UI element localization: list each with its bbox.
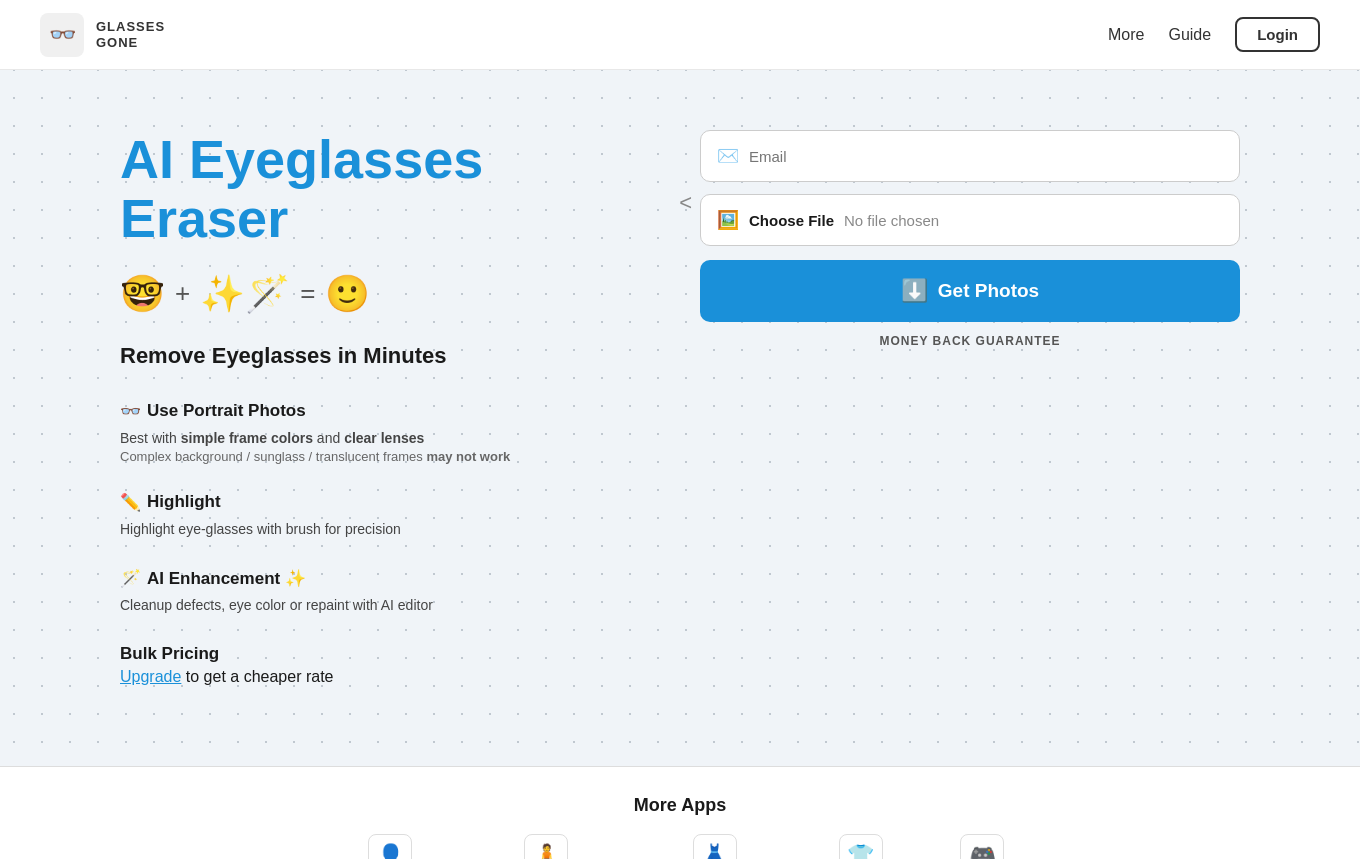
arrow-left-icon[interactable]: < xyxy=(679,190,692,216)
feature-ai-title: 🪄 AI Enhancement ✨ xyxy=(120,568,619,589)
app-item-0[interactable]: 👤Photo Bomb xyxy=(351,834,428,859)
form-panel: ✉️ 🖼️ Choose File No file chosen ⬇️ Get … xyxy=(700,130,1240,348)
emoji-row: 🤓 + ✨🪄 = 🙂 xyxy=(120,273,619,315)
emoji-happy: 🙂 xyxy=(325,273,370,315)
plus-symbol: + xyxy=(175,278,190,309)
bulk-pricing: Bulk Pricing Upgrade to get a cheaper ra… xyxy=(120,644,619,686)
emoji-magic: ✨🪄 xyxy=(200,273,290,315)
feature-highlight-desc: Highlight eye-glasses with brush for pre… xyxy=(120,519,619,540)
app-icon-3: 👕 xyxy=(839,834,883,859)
feature-portrait-title: 👓 Use Portrait Photos xyxy=(120,401,619,422)
download-icon: ⬇️ xyxy=(901,278,928,304)
app-icon-2: 👗 xyxy=(693,834,737,859)
emoji-glasses: 🤓 xyxy=(120,273,165,315)
bulk-pricing-desc: Upgrade to get a cheaper rate xyxy=(120,668,619,686)
app-icon-1: 🧍 xyxy=(524,834,568,859)
logo-text: GLASSES GONE xyxy=(96,19,165,50)
app-item-4[interactable]: 🎮Pixel Art xyxy=(956,834,1008,859)
left-column: AI Eyeglasses Eraser 🤓 + ✨🪄 = 🙂 Remove E… xyxy=(120,130,619,686)
choose-file-button[interactable]: Choose File xyxy=(749,212,834,229)
app-item-1[interactable]: 🧍Erase Background xyxy=(489,834,604,859)
header: 👓 GLASSES GONE More Guide Login xyxy=(0,0,1360,70)
email-input-wrap[interactable]: ✉️ xyxy=(700,130,1240,182)
feature-portrait: 👓 Use Portrait Photos Best with simple f… xyxy=(120,401,619,464)
nav-guide-link[interactable]: Guide xyxy=(1168,26,1211,44)
feature-portrait-desc: Best with simple frame colors and clear … xyxy=(120,428,619,449)
logo-icon: 👓 xyxy=(40,13,84,57)
email-input[interactable] xyxy=(749,148,1223,165)
feature-ai-desc: Cleanup defects, eye color or repaint wi… xyxy=(120,595,619,616)
mail-icon: ✉️ xyxy=(717,145,739,167)
login-button[interactable]: Login xyxy=(1235,17,1320,52)
right-column: < ✉️ 🖼️ Choose File No file chosen ⬇️ Ge… xyxy=(679,130,1240,686)
feature-portrait-note: Complex background / sunglass / transluc… xyxy=(120,449,619,464)
hero-title: AI Eyeglasses Eraser xyxy=(120,130,619,249)
file-icon: 🖼️ xyxy=(717,209,739,231)
logo-line2: GONE xyxy=(96,35,165,51)
logo-area: 👓 GLASSES GONE xyxy=(40,13,165,57)
glasses-feature-icon: 👓 xyxy=(120,401,141,422)
app-icon-4: 🎮 xyxy=(960,834,1004,859)
upgrade-link[interactable]: Upgrade xyxy=(120,668,181,685)
nav-right: More Guide Login xyxy=(1108,17,1320,52)
feature-highlight-title: ✏️ Highlight xyxy=(120,492,619,513)
app-item-2[interactable]: 👗Erase & Replace xyxy=(664,834,766,859)
pencil-feature-icon: ✏️ xyxy=(120,492,141,513)
hero-subtitle: Remove Eyeglasses in Minutes xyxy=(120,343,619,369)
apps-row: 👤Photo Bomb 🧍Erase Background 👗Erase & Rep… xyxy=(0,834,1360,859)
equals-symbol: = xyxy=(300,278,315,309)
app-item-3[interactable]: 👕Try Clothes xyxy=(825,834,896,859)
bulk-pricing-title: Bulk Pricing xyxy=(120,644,619,664)
more-apps-title: More Apps xyxy=(0,795,1360,816)
wrench-feature-icon: 🪄 xyxy=(120,568,141,589)
file-input-wrap[interactable]: 🖼️ Choose File No file chosen xyxy=(700,194,1240,246)
main-content: AI Eyeglasses Eraser 🤓 + ✨🪄 = 🙂 Remove E… xyxy=(0,70,1360,726)
feature-ai: 🪄 AI Enhancement ✨ Cleanup defects, eye … xyxy=(120,568,619,616)
app-icon-0: 👤 xyxy=(368,834,412,859)
no-file-text: No file chosen xyxy=(844,212,939,229)
more-apps-section: More Apps 👤Photo Bomb 🧍Erase Background 👗E… xyxy=(0,766,1360,859)
feature-highlight: ✏️ Highlight Highlight eye-glasses with … xyxy=(120,492,619,540)
nav-more-link[interactable]: More xyxy=(1108,26,1144,44)
money-back-text: MONEY BACK GUARANTEE xyxy=(700,334,1240,348)
logo-line1: GLASSES xyxy=(96,19,165,35)
get-photos-button[interactable]: ⬇️ Get Photos xyxy=(700,260,1240,322)
